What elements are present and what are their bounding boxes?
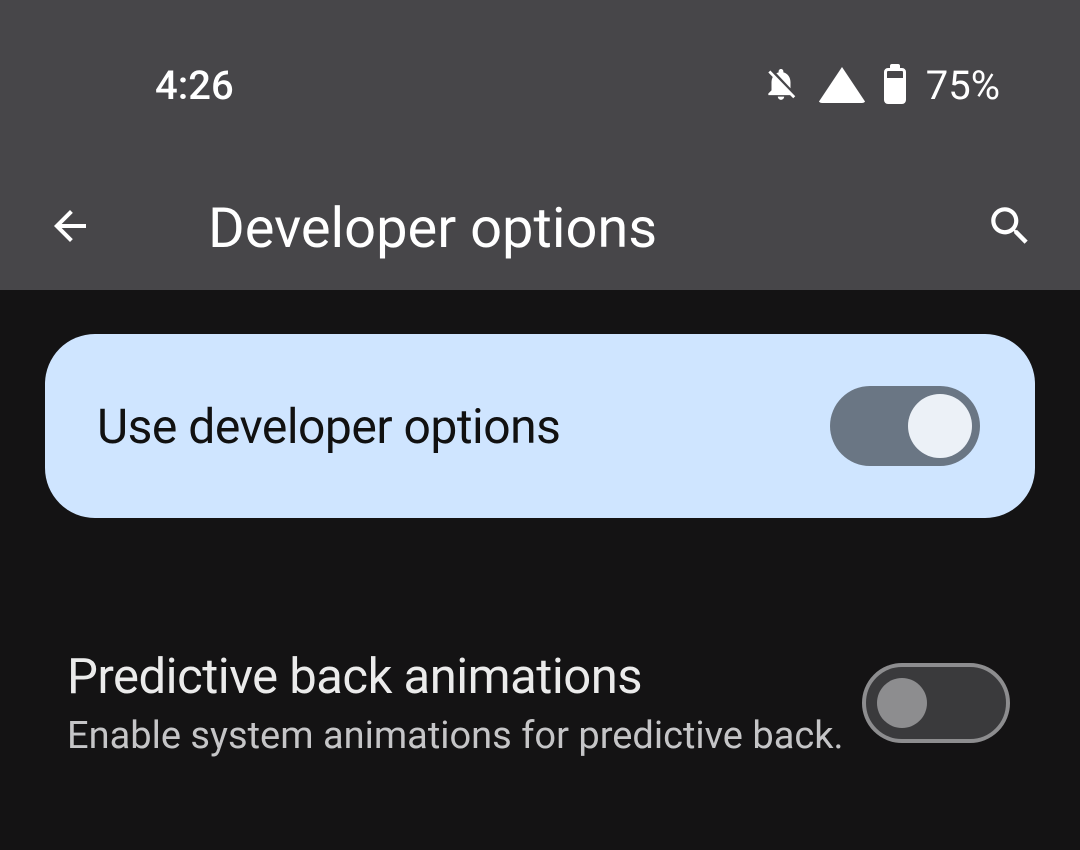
setting-title: Predictive back animations xyxy=(67,648,844,705)
back-button[interactable] xyxy=(40,198,100,258)
status-icons: 75% xyxy=(762,62,1000,109)
wifi-icon xyxy=(818,67,866,103)
search-icon xyxy=(985,201,1035,255)
search-button[interactable] xyxy=(980,198,1040,258)
status-bar: 4:26 75% xyxy=(0,0,1080,165)
battery-text: 75% xyxy=(926,62,1000,109)
battery-icon xyxy=(884,68,906,104)
master-toggle-label: Use developer options xyxy=(97,398,560,455)
battery-fill xyxy=(887,78,903,101)
content: Use developer options Predictive back an… xyxy=(0,290,1080,758)
status-time: 4:26 xyxy=(155,62,234,109)
arrow-back-icon xyxy=(46,202,94,254)
master-toggle-switch[interactable] xyxy=(830,386,980,466)
bell-off-icon xyxy=(762,65,800,107)
setting-row[interactable]: Predictive back animations Enable system… xyxy=(45,518,1035,758)
setting-subtitle: Enable system animations for predictive … xyxy=(67,714,844,758)
app-bar: Developer options xyxy=(0,165,1080,290)
setting-toggle-switch[interactable] xyxy=(862,663,1010,743)
master-toggle-card[interactable]: Use developer options xyxy=(45,334,1035,518)
setting-text: Predictive back animations Enable system… xyxy=(67,648,844,758)
page-title: Developer options xyxy=(208,195,980,261)
